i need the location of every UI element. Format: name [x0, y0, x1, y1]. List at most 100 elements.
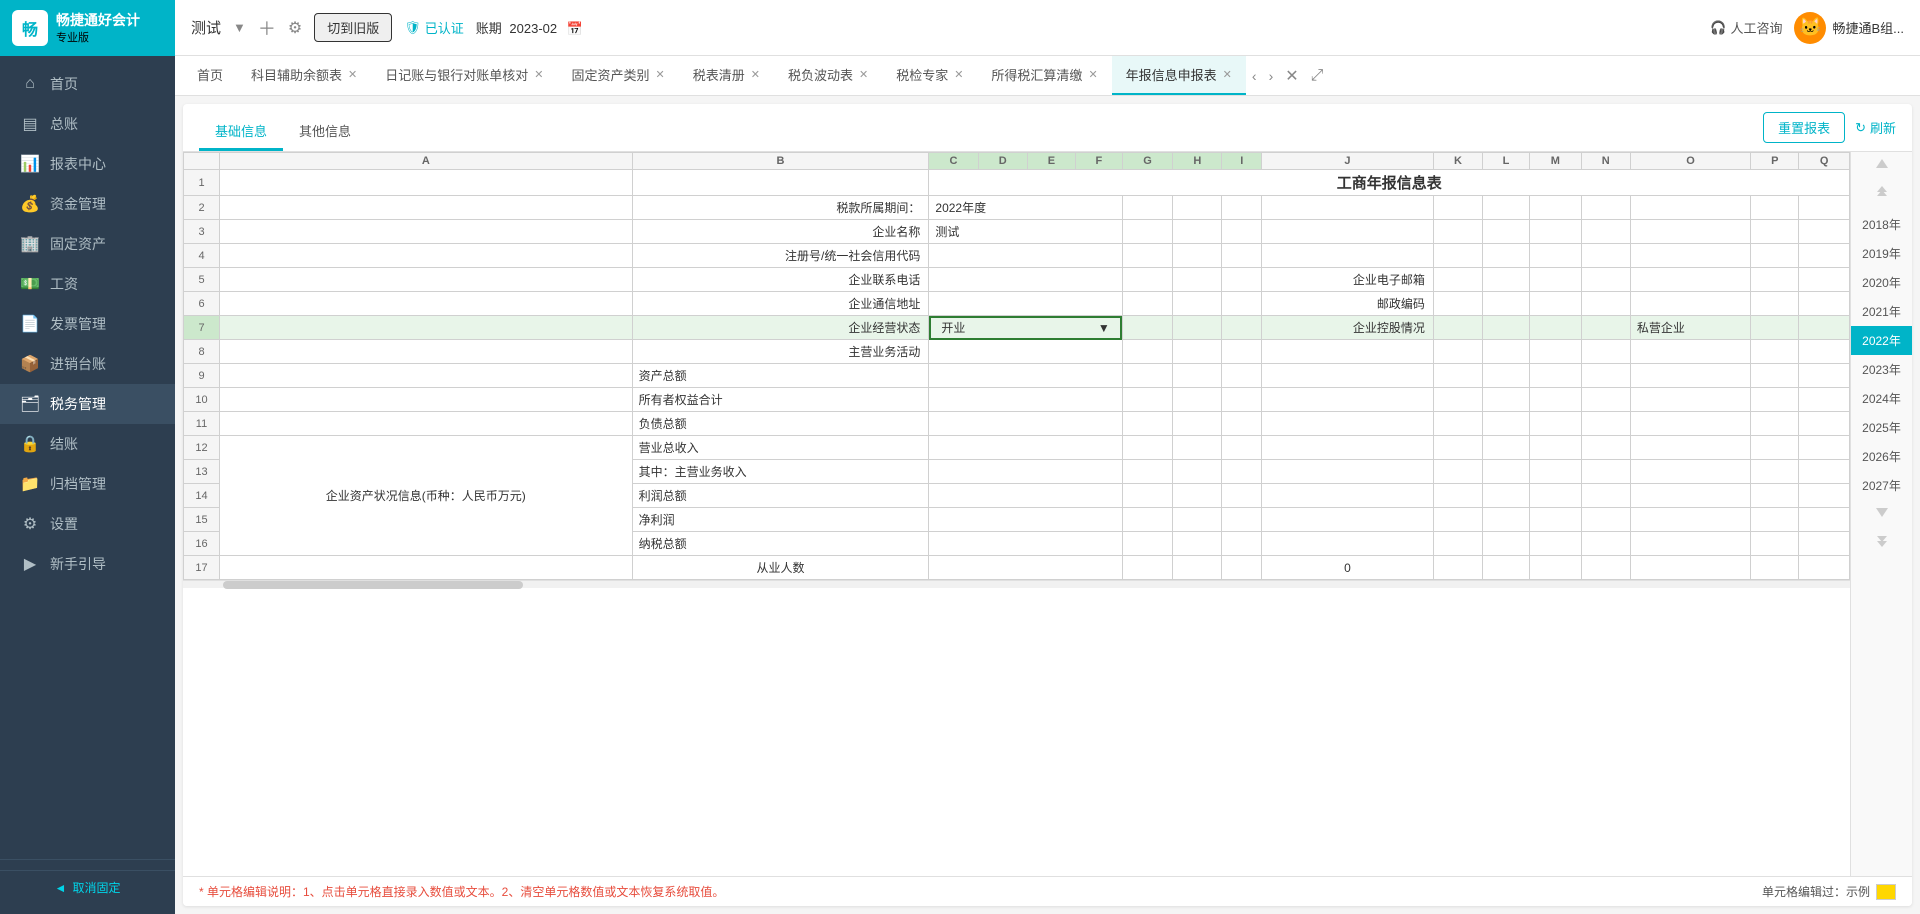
sidebar-item-fund-mgmt[interactable]: 💰 资金管理 [0, 184, 175, 224]
tab-close-aux-balance[interactable]: ✕ [348, 68, 357, 81]
cell-14L[interactable] [1483, 484, 1530, 508]
cell-6L[interactable] [1483, 292, 1530, 316]
cell-14I[interactable] [1222, 484, 1262, 508]
cell-10A[interactable] [220, 388, 633, 412]
calendar-icon[interactable]: 📅 [567, 21, 583, 36]
cell-10B[interactable]: 所有者权益合计 [632, 388, 929, 412]
cell-5L[interactable] [1483, 268, 1530, 292]
cell-13J[interactable] [1262, 460, 1434, 484]
tab-close-fixed-asset-cat[interactable]: ✕ [656, 68, 665, 81]
topbar-settings-icon[interactable]: ⚙ [288, 18, 302, 38]
cell-8C[interactable] [929, 340, 1122, 364]
cell-2L[interactable] [1483, 196, 1530, 220]
tab-annual-report[interactable]: 年报信息申报表 ✕ [1112, 56, 1246, 95]
year-2027[interactable]: 2027年 [1851, 471, 1912, 500]
cell-11P[interactable] [1751, 412, 1799, 436]
col-header-P[interactable]: P [1751, 153, 1799, 170]
year-2019[interactable]: 2019年 [1851, 239, 1912, 268]
col-header-D[interactable]: D [978, 153, 1027, 170]
cell-3N[interactable] [1581, 220, 1630, 244]
cell-11J[interactable] [1262, 412, 1434, 436]
cell-8P[interactable] [1751, 340, 1799, 364]
cell-11L[interactable] [1483, 412, 1530, 436]
col-header-I[interactable]: I [1222, 153, 1262, 170]
tab-journal-bank[interactable]: 日记账与银行对账单核对 ✕ [371, 56, 557, 95]
topbar-dropdown-arrow[interactable]: ▼ [233, 20, 246, 35]
cell-3M[interactable] [1529, 220, 1581, 244]
year-2023[interactable]: 2023年 [1851, 355, 1912, 384]
cell-6I[interactable] [1222, 292, 1262, 316]
cell-11Q[interactable] [1799, 412, 1850, 436]
cell-6O[interactable] [1630, 292, 1750, 316]
cell-5C[interactable] [929, 268, 1122, 292]
cell-8I[interactable] [1222, 340, 1262, 364]
cell-10G[interactable] [1122, 388, 1172, 412]
sidebar-item-closing[interactable]: 🔒 结账 [0, 424, 175, 464]
cell-15Q[interactable] [1799, 508, 1850, 532]
cell-4B[interactable]: 注册号/统一社会信用代码 [632, 244, 929, 268]
cell-4N[interactable] [1581, 244, 1630, 268]
cell-13M[interactable] [1529, 460, 1581, 484]
cell-4M[interactable] [1529, 244, 1581, 268]
cell-7H[interactable] [1173, 316, 1222, 340]
cell-13K[interactable] [1433, 460, 1482, 484]
cell-13P[interactable] [1751, 460, 1799, 484]
cell-14G[interactable] [1122, 484, 1172, 508]
cell-13O[interactable] [1630, 460, 1750, 484]
cell-12J[interactable] [1262, 436, 1434, 460]
cell-4C[interactable] [929, 244, 1122, 268]
cell-10Q[interactable] [1799, 388, 1850, 412]
cell-13C[interactable] [929, 460, 1122, 484]
cell-5I[interactable] [1222, 268, 1262, 292]
cell-11H[interactable] [1173, 412, 1222, 436]
cell-4K[interactable] [1433, 244, 1482, 268]
cell-2P[interactable] [1751, 196, 1799, 220]
tab-scroll-right[interactable]: › [1263, 68, 1280, 84]
cell-9I[interactable] [1222, 364, 1262, 388]
cell-2H[interactable] [1173, 196, 1222, 220]
cell-5Q[interactable] [1799, 268, 1850, 292]
cell-2O[interactable] [1630, 196, 1750, 220]
tab-close-tax-return[interactable]: ✕ [751, 68, 760, 81]
cell-10I[interactable] [1222, 388, 1262, 412]
cell-9O[interactable] [1630, 364, 1750, 388]
year-panel-up-arrow2[interactable] [1851, 181, 1912, 210]
cell-3J[interactable] [1262, 220, 1434, 244]
cell-8K[interactable] [1433, 340, 1482, 364]
cell-8A[interactable] [220, 340, 633, 364]
cell-14N[interactable] [1581, 484, 1630, 508]
cell-7B[interactable]: 企业经营状态 [632, 316, 929, 340]
cell-2Q[interactable] [1799, 196, 1850, 220]
cell-10M[interactable] [1529, 388, 1581, 412]
cell-17C[interactable] [929, 556, 1122, 580]
cell-9A[interactable] [220, 364, 633, 388]
cell-15J[interactable] [1262, 508, 1434, 532]
cell-12B[interactable]: 营业总收入 [632, 436, 929, 460]
spreadsheet-scroll[interactable]: A B C D E F G H I J K L [183, 152, 1850, 876]
cell-15G[interactable] [1122, 508, 1172, 532]
sidebar-item-payroll[interactable]: 💵 工资 [0, 264, 175, 304]
cell-12C[interactable] [929, 436, 1122, 460]
cell-3P[interactable] [1751, 220, 1799, 244]
cell-13G[interactable] [1122, 460, 1172, 484]
cell-10J[interactable] [1262, 388, 1434, 412]
cell-2N[interactable] [1581, 196, 1630, 220]
cell-8J[interactable] [1262, 340, 1434, 364]
cell-2G[interactable] [1122, 196, 1172, 220]
tab-tax-return[interactable]: 税表清册 ✕ [679, 56, 774, 95]
cell-10K[interactable] [1433, 388, 1482, 412]
cell-2A[interactable] [220, 196, 633, 220]
cell-12P[interactable] [1751, 436, 1799, 460]
tab-close-income-tax[interactable]: ✕ [1088, 68, 1097, 81]
cell-7J[interactable]: 企业控股情况 [1262, 316, 1434, 340]
cell-4L[interactable] [1483, 244, 1530, 268]
cell-4G[interactable] [1122, 244, 1172, 268]
cell-12A-merged[interactable]: 企业资产状况信息(币种：人民币万元) [220, 436, 633, 556]
tab-close-tax-wave[interactable]: ✕ [859, 68, 868, 81]
cell-16P[interactable] [1751, 532, 1799, 556]
tab-close-annual-report[interactable]: ✕ [1223, 68, 1232, 81]
cell-9C[interactable] [929, 364, 1122, 388]
cell-title[interactable]: 工商年报信息表 [929, 170, 1850, 196]
cell-6C[interactable] [929, 292, 1122, 316]
tab-expand-button[interactable]: ⤢ [1305, 67, 1330, 85]
